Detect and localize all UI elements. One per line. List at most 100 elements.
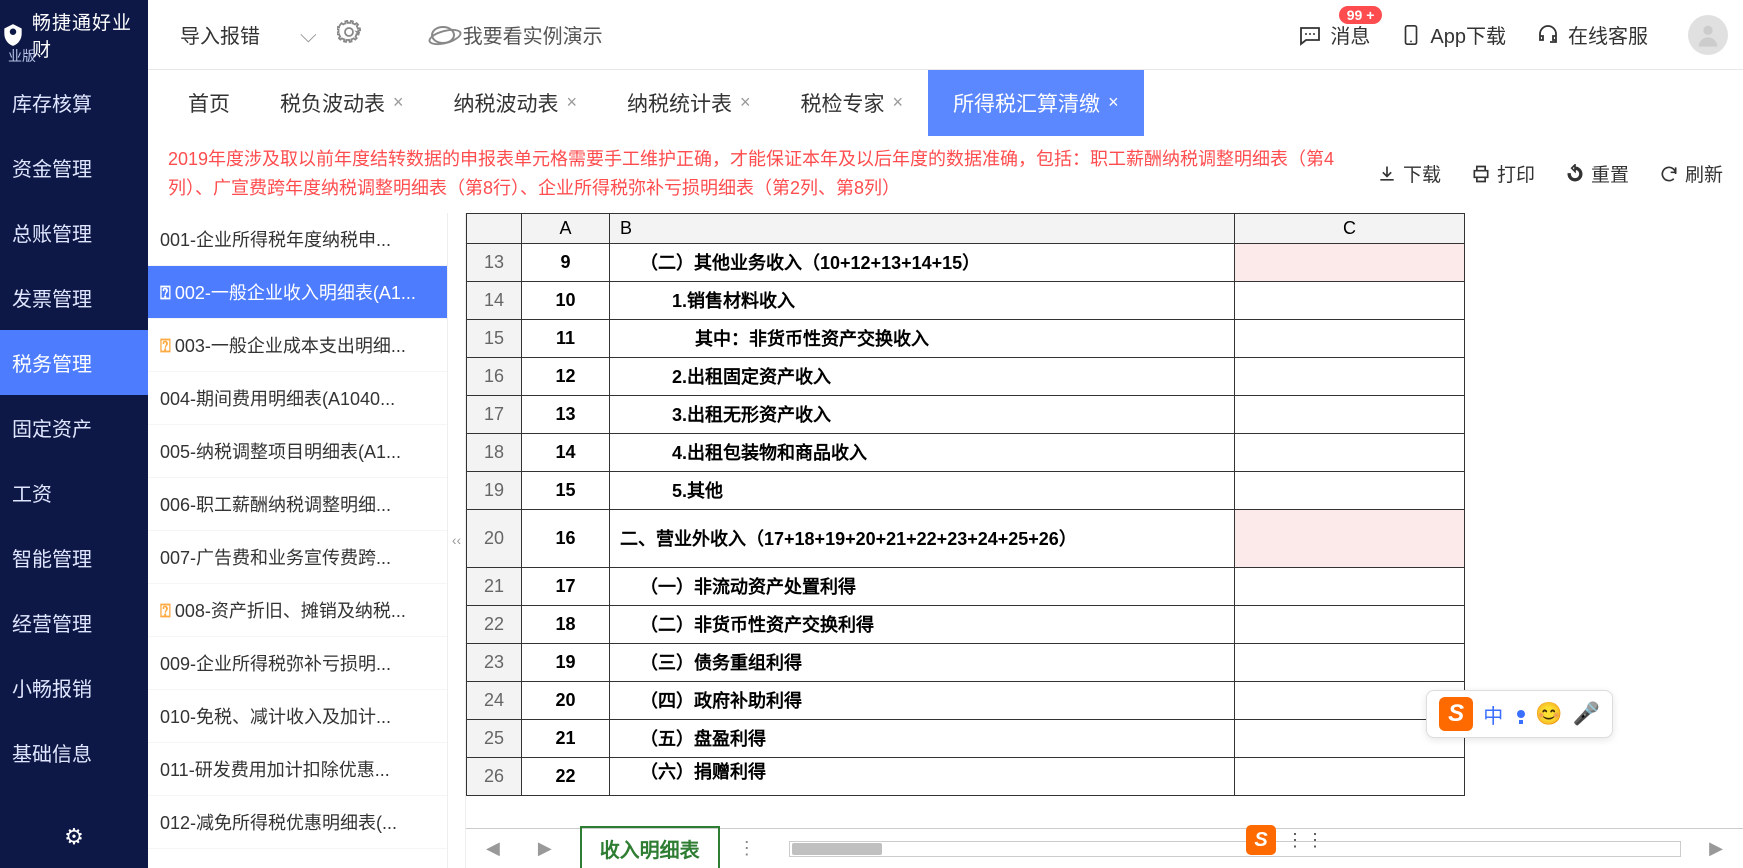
cell[interactable]: 21 [522,719,610,757]
horizontal-scrollbar[interactable] [789,841,1681,857]
collapse-handle[interactable]: ‹‹ [448,213,466,868]
sidebar-item[interactable]: 库存核算 [0,70,148,135]
cell[interactable]: 10 [522,281,610,319]
avatar[interactable] [1688,15,1728,55]
tree-item[interactable]: ⍰003-一般企业成本支出明细... [148,319,447,372]
row-number[interactable]: 20 [467,509,522,567]
close-icon[interactable]: × [567,92,578,113]
scroll-right-icon[interactable]: ▶ [1699,838,1733,859]
sidebar-item[interactable]: 总账管理 [0,200,148,265]
sidebar-item[interactable]: 经营管理 [0,590,148,655]
sidebar-item[interactable]: 小畅报销 [0,655,148,720]
sheet-next-icon[interactable]: ▶ [528,838,562,859]
cell[interactable]: （一）非流动资产处置利得 [610,567,1235,605]
cell[interactable]: 二、营业外收入（17+18+19+20+21+22+23+24+25+26） [610,509,1235,567]
ime-toolbar[interactable]: S 中 😊 🎤 [1426,690,1613,738]
import-label[interactable]: 导入报错 [180,20,260,49]
refresh-button[interactable]: 刷新 [1659,160,1723,187]
sidebar-item[interactable]: 智能管理 [0,525,148,590]
row-number[interactable]: 21 [467,567,522,605]
cell[interactable] [1235,281,1465,319]
cell[interactable] [1235,433,1465,471]
cell[interactable] [1235,471,1465,509]
cell[interactable]: 3.出租无形资产收入 [610,395,1235,433]
cell[interactable]: （三）债务重组利得 [610,643,1235,681]
print-button[interactable]: 打印 [1471,160,1535,187]
sogou-menu-icon[interactable]: ⋮⋮ [1286,830,1326,851]
tab[interactable]: 纳税波动表× [429,70,603,136]
cell[interactable]: 13 [522,395,610,433]
cell[interactable] [1235,395,1465,433]
row-number[interactable]: 15 [467,319,522,357]
cell[interactable]: （六）捐赠利得 [610,757,1235,795]
cell[interactable] [1235,567,1465,605]
row-number[interactable]: 26 [467,757,522,795]
cell[interactable]: 12 [522,357,610,395]
cell[interactable] [1235,319,1465,357]
cell[interactable]: 11 [522,319,610,357]
cell[interactable]: 17 [522,567,610,605]
tree-item[interactable]: 001-企业所得税年度纳税申... [148,213,447,266]
row-number[interactable]: 13 [467,243,522,281]
row-number[interactable]: 19 [467,471,522,509]
cell[interactable]: 22 [522,757,610,795]
cell[interactable] [1235,357,1465,395]
tree-item[interactable]: 006-职工薪酬纳税调整明细... [148,478,447,531]
row-number[interactable]: 18 [467,433,522,471]
tab[interactable]: 税负波动表× [255,70,429,136]
row-number[interactable]: 23 [467,643,522,681]
tab[interactable]: 税检专家× [776,70,929,136]
download-button[interactable]: 下载 [1377,160,1441,187]
cell[interactable] [1235,243,1465,281]
sheet-prev-icon[interactable]: ◀ [476,838,510,859]
cell[interactable]: 14 [522,433,610,471]
close-icon[interactable]: × [893,92,904,113]
tree-item[interactable]: 010-免税、减计收入及加计... [148,690,447,743]
cell[interactable]: 16 [522,509,610,567]
close-icon[interactable]: × [1108,92,1119,113]
close-icon[interactable]: × [740,92,751,113]
tree-item[interactable]: 005-纳税调整项目明细表(A1... [148,425,447,478]
cell[interactable]: 20 [522,681,610,719]
tree-item[interactable]: 009-企业所得税弥补亏损明... [148,637,447,690]
sidebar-item[interactable]: 资金管理 [0,135,148,200]
cell[interactable]: 9 [522,243,610,281]
corner-cell[interactable] [467,213,522,243]
column-header[interactable]: A [522,213,610,243]
cell[interactable]: 其中：非货币性资产交换收入 [610,319,1235,357]
sogou-indicator[interactable]: S ⋮⋮ [1246,825,1326,855]
tab[interactable]: 纳税统计表× [602,70,776,136]
tree-item[interactable]: ⍰002-一般企业收入明细表(A1... [148,266,447,319]
ime-punct-icon[interactable] [1517,710,1525,718]
ime-lang[interactable]: 中 [1483,700,1503,729]
chevron-down-icon[interactable]: ⌵ [300,22,317,48]
sidebar-item[interactable]: 发票管理 [0,265,148,330]
tree-item[interactable]: 011-研发费用加计扣除优惠... [148,743,447,796]
row-number[interactable]: 22 [467,605,522,643]
cell[interactable]: （五）盘盈利得 [610,719,1235,757]
app-download-button[interactable]: App下载 [1400,20,1506,49]
sidebar-item[interactable]: 固定资产 [0,395,148,460]
tab[interactable]: 所得税汇算清缴× [928,70,1144,136]
close-icon[interactable]: × [393,92,404,113]
column-header[interactable]: C [1235,213,1465,243]
cell[interactable]: 4.出租包装物和商品收入 [610,433,1235,471]
cell[interactable]: 2.出租固定资产收入 [610,357,1235,395]
cell[interactable] [1235,643,1465,681]
row-number[interactable]: 24 [467,681,522,719]
reset-button[interactable]: 重置 [1565,160,1629,187]
row-number[interactable]: 17 [467,395,522,433]
tree-item[interactable]: 004-期间费用明细表(A1040... [148,372,447,425]
sheet-menu-icon[interactable]: ⋮ [738,838,756,859]
support-button[interactable]: 在线客服 [1536,20,1648,49]
cell[interactable]: 1.销售材料收入 [610,281,1235,319]
cell[interactable] [1235,509,1465,567]
sidebar-item[interactable]: 基础信息 [0,720,148,785]
cell[interactable]: 19 [522,643,610,681]
cell[interactable]: （二）其他业务收入（10+12+13+14+15） [610,243,1235,281]
sidebar-item[interactable]: 税务管理 [0,330,148,395]
demo-link[interactable]: 我要看实例演示 [431,20,603,49]
cell[interactable]: （二）非货币性资产交换利得 [610,605,1235,643]
row-number[interactable]: 14 [467,281,522,319]
row-number[interactable]: 16 [467,357,522,395]
